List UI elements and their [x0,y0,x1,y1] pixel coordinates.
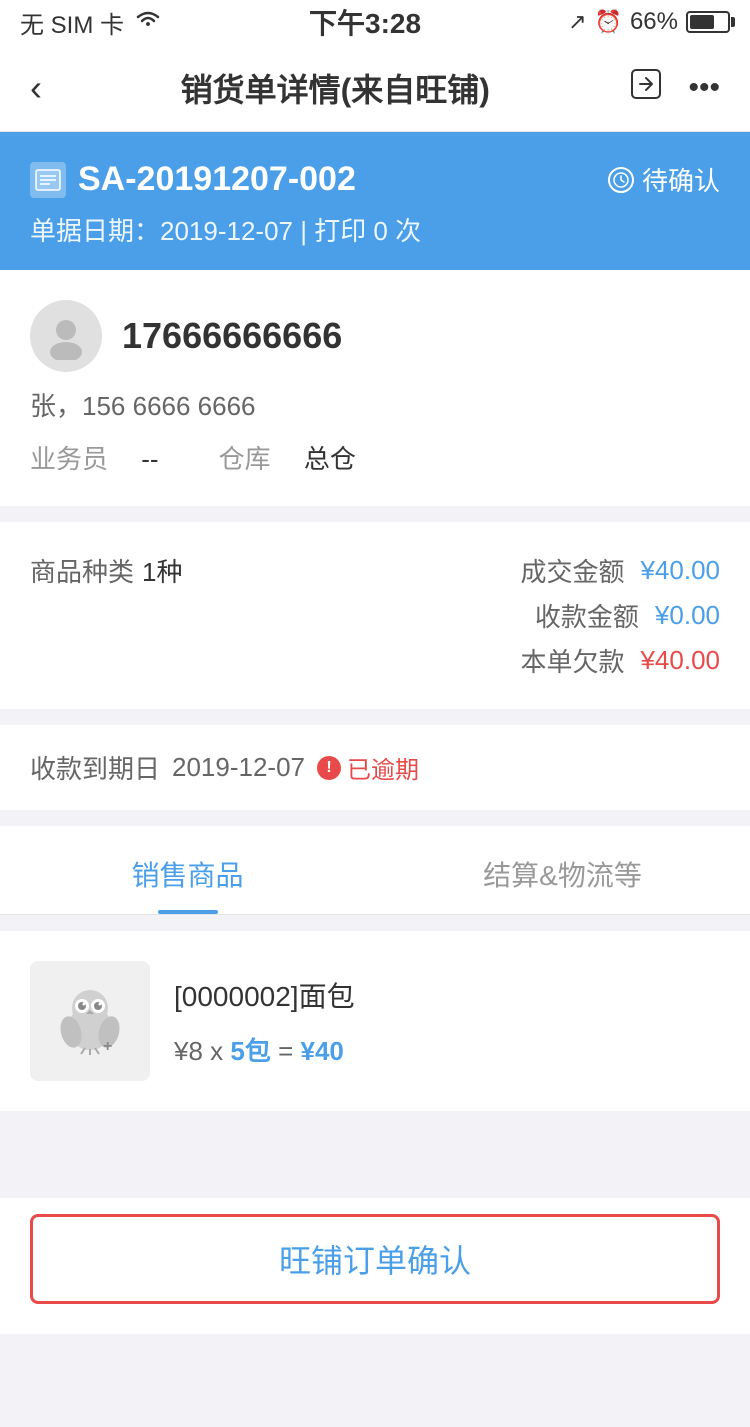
received-row: 收款金额 ¥0.00 [535,597,720,634]
unit-price: ¥8 x [174,1036,230,1066]
status-bar: 无 SIM 卡 下午3:28 ↗ ⏰ 66% [0,0,750,44]
customer-section: 17666666666 张，156 6666 6666 业务员 -- 仓库 总仓 [0,270,750,506]
page-title: 销货单详情(来自旺铺) [181,65,490,111]
product-item: + [0000002]面包 ¥8 x 5包 = ¥40 [0,931,750,1111]
clock-icon [608,167,634,193]
received-label: 收款金额 [535,597,639,634]
overdue-icon: ! [317,756,341,780]
customer-avatar [30,300,102,372]
tab-settlement[interactable]: 结算&物流等 [375,826,750,914]
product-details: [0000002]面包 ¥8 x 5包 = ¥40 [174,975,720,1068]
order-date: 单据日期：2019-12-07 | 打印 0 次 [30,211,720,248]
tabs: 销售商品 结算&物流等 [0,826,750,915]
sales-rep-label: 业务员 [30,444,134,474]
overdue-badge: ! 已逾期 [317,750,419,785]
carrier-label: 无 SIM 卡 [20,5,124,40]
product-thumbnail: + [30,961,150,1081]
bottom-bar: 旺铺订单确认 [0,1198,750,1334]
product-kinds: 商品种类 1种 [30,552,182,589]
battery-icon [686,11,730,33]
confirm-order-button[interactable]: 旺铺订单确认 [30,1214,720,1304]
summary-amounts: 成交金额 ¥40.00 收款金额 ¥0.00 本单欠款 ¥40.00 [520,552,720,679]
order-header: SA-20191207-002 待确认 单据日期：2019-12-07 | 打印… [0,132,750,270]
nav-bar: ‹ 销货单详情(来自旺铺) ••• [0,44,750,132]
warehouse-label: 仓库 [219,444,297,474]
customer-name: 张，156 6666 6666 [30,386,720,423]
overdue-text: 已逾期 [347,750,419,785]
product-name: [0000002]面包 [174,975,720,1015]
status-text: 待确认 [642,161,720,198]
product-price: ¥8 x 5包 = ¥40 [174,1031,720,1068]
order-icon [30,162,66,198]
order-id: SA-20191207-002 [30,160,356,199]
order-status: 待确认 [608,161,720,198]
alarm-icon: ⏰ [595,9,622,35]
kinds-value: 1种 [142,552,182,589]
customer-meta: 业务员 -- 仓库 总仓 [30,439,720,476]
product-list: + [0000002]面包 ¥8 x 5包 = ¥40 [0,931,750,1111]
equals-sign: = [278,1036,300,1066]
status-left: 无 SIM 卡 [20,5,162,40]
owed-row: 本单欠款 ¥40.00 [520,642,720,679]
warehouse-value: 总仓 [304,444,356,474]
gps-icon: ↗ [568,9,586,35]
amount-row: 成交金额 ¥40.00 [520,552,720,589]
due-label: 收款到期日 [30,749,160,786]
status-time: 下午3:28 [309,2,421,42]
sales-rep-value: -- [141,444,158,474]
share-button[interactable] [628,66,664,110]
kinds-label: 商品种类 [30,552,134,589]
product-total: ¥40 [301,1036,344,1066]
status-right: ↗ ⏰ 66% [568,8,730,36]
more-button[interactable]: ••• [688,71,720,105]
due-date-section: 收款到期日 2019-12-07 ! 已逾期 [0,725,750,810]
received-value: ¥0.00 [655,600,720,631]
nav-actions: ••• [628,66,720,110]
owed-value: ¥40.00 [640,645,720,676]
battery-percent: 66% [630,8,678,36]
wifi-icon [134,8,162,37]
owed-label: 本单欠款 [520,642,624,679]
svg-text:+: + [103,1038,112,1055]
due-date: 2019-12-07 [172,752,305,783]
amount-label: 成交金额 [520,552,624,589]
tab-products[interactable]: 销售商品 [0,826,375,914]
customer-phone: 17666666666 [122,315,342,357]
back-button[interactable]: ‹ [30,67,42,109]
amount-value: ¥40.00 [640,555,720,586]
summary-section: 商品种类 1种 成交金额 ¥40.00 收款金额 ¥0.00 本单欠款 ¥40.… [0,522,750,709]
product-qty: 5包 [230,1036,270,1066]
